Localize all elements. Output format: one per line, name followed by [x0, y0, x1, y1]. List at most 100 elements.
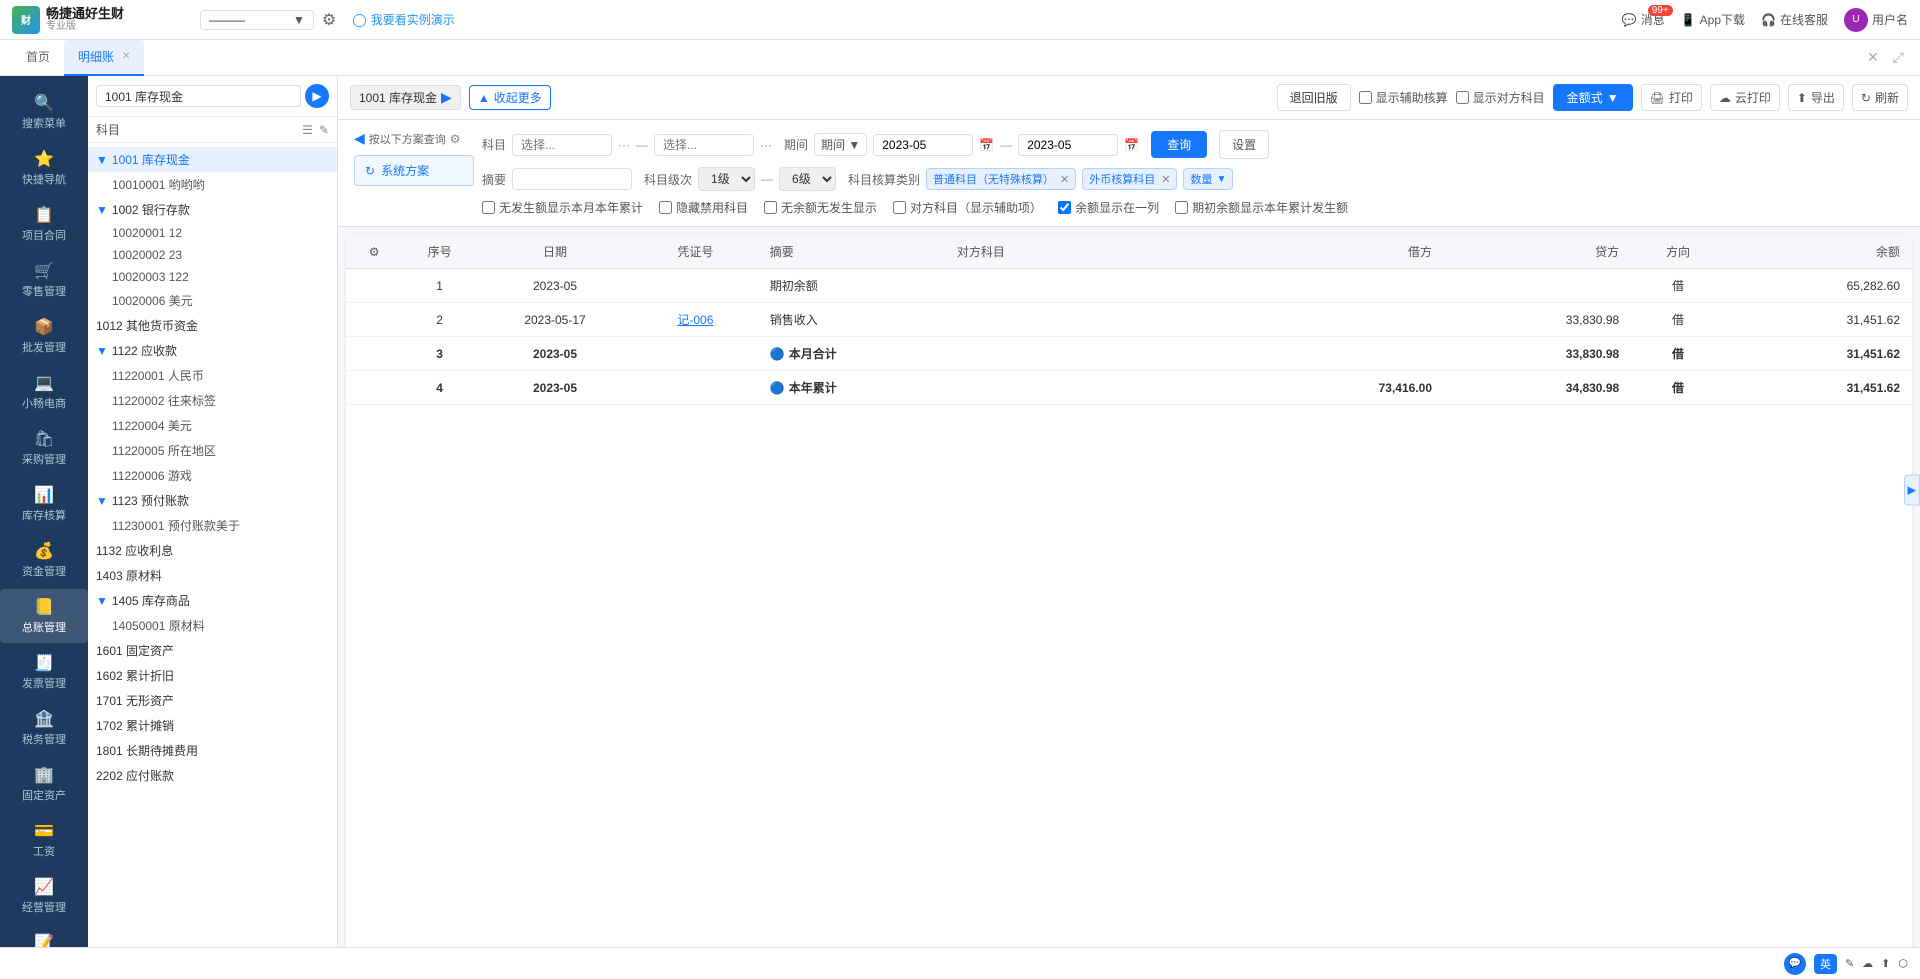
- tree-item-1002[interactable]: ▼1002 银行存款: [88, 197, 337, 222]
- summary-input[interactable]: [512, 168, 632, 190]
- tree-item-1403[interactable]: 1403 原材料: [88, 563, 337, 588]
- cell-voucher[interactable]: 记-006: [633, 303, 758, 337]
- period-type-btn[interactable]: 期间 ▼: [814, 133, 867, 156]
- checkbox-no-balance[interactable]: [764, 201, 777, 214]
- right-collapse-button[interactable]: ▶: [1904, 474, 1920, 505]
- checkbox-auxiliary[interactable]: [1359, 91, 1372, 104]
- tree-item-2202[interactable]: 2202 应付账款: [88, 763, 337, 788]
- user-menu[interactable]: U 用户名: [1844, 8, 1908, 32]
- tree-item-11220002[interactable]: 11220002 往来标签: [88, 388, 337, 413]
- schema-selector[interactable]: ↻ 系统方案: [354, 155, 474, 186]
- sidebar-item-nav[interactable]: ⭐ 快捷导航: [0, 141, 88, 195]
- checkbox-no-amount-label[interactable]: 无发生额显示本月本年累计: [482, 199, 643, 216]
- sidebar-item-tax[interactable]: 🏦 税务管理: [0, 701, 88, 755]
- checkbox-opening-balance-label[interactable]: 期初余额显示本年累计发生额: [1175, 199, 1348, 216]
- tree-item-1122[interactable]: ▼1122 应收款: [88, 338, 337, 363]
- sidebar-item-wholesale[interactable]: 📦 批发管理: [0, 309, 88, 363]
- sidebar-item-inventory[interactable]: 📊 库存核算: [0, 477, 88, 531]
- tree-item-1701[interactable]: 1701 无形资产: [88, 688, 337, 713]
- message-button[interactable]: 💬 消息 99+: [1622, 11, 1665, 28]
- col-settings[interactable]: ⚙: [346, 235, 402, 269]
- tab-home[interactable]: 首页: [12, 40, 64, 76]
- app-download-button[interactable]: 📱 App下载: [1681, 11, 1745, 28]
- tree-item-1132[interactable]: 1132 应收利息: [88, 538, 337, 563]
- maximize-button[interactable]: ⤢: [1889, 49, 1908, 66]
- level-from-select[interactable]: 1级: [698, 167, 755, 191]
- checkbox-balance-one-col-label[interactable]: 余额显示在一列: [1058, 199, 1159, 216]
- calendar-start-icon[interactable]: 📅: [979, 138, 994, 152]
- edit-icon[interactable]: ✎: [319, 123, 329, 137]
- sidebar-item-salary[interactable]: 💳 工资: [0, 813, 88, 867]
- tree-item-14050001[interactable]: 14050001 原材料: [88, 613, 337, 638]
- tag-normal-close-icon[interactable]: ✕: [1060, 173, 1069, 186]
- sidebar-item-search[interactable]: 🔍 搜索菜单: [0, 85, 88, 139]
- export-button[interactable]: ⬆ 导出: [1788, 84, 1844, 111]
- list-icon[interactable]: ☰: [302, 123, 313, 137]
- tree-item-11230001[interactable]: 11230001 预付账款美于: [88, 513, 337, 538]
- checkbox-opposite-subject-label[interactable]: 对方科目（显示辅助项）: [893, 199, 1042, 216]
- back-old-version-button[interactable]: 退回旧版: [1277, 84, 1351, 111]
- tree-item-1602[interactable]: 1602 累计折旧: [88, 663, 337, 688]
- tree-item-11220001[interactable]: 11220001 人民币: [88, 363, 337, 388]
- expand-more-button[interactable]: ▲ 收起更多: [469, 85, 551, 110]
- subject-to-input[interactable]: [654, 134, 754, 156]
- tree-item-1012[interactable]: 1012 其他货币资金: [88, 313, 337, 338]
- checkbox-auxiliary-label[interactable]: 显示辅助核算: [1359, 89, 1448, 106]
- tree-item-10020002[interactable]: 10020002 23: [88, 244, 337, 266]
- tree-item-11220006[interactable]: 11220006 游戏: [88, 463, 337, 488]
- voucher-link[interactable]: 记-006: [677, 313, 713, 327]
- chat-bot-icon[interactable]: 💬: [1784, 953, 1806, 975]
- tree-item-1123[interactable]: ▼1123 预付账款: [88, 488, 337, 513]
- sidebar-item-management[interactable]: 📈 经营管理: [0, 869, 88, 923]
- close-window-button[interactable]: ✕: [1863, 49, 1883, 66]
- tree-item-1601[interactable]: 1601 固定资产: [88, 638, 337, 663]
- period-start-input[interactable]: [873, 134, 973, 156]
- checkbox-opposite-label[interactable]: 显示对方科目: [1456, 89, 1545, 106]
- demo-link[interactable]: ◯ 我要看实例演示: [352, 11, 455, 28]
- tree-item-1702[interactable]: 1702 累计摊销: [88, 713, 337, 738]
- language-button[interactable]: 英: [1814, 954, 1837, 974]
- sidebar-item-assets[interactable]: 🏢 固定资产: [0, 757, 88, 811]
- tree-item-11220005[interactable]: 11220005 所在地区: [88, 438, 337, 463]
- tag-foreign[interactable]: 外币核算科目 ✕: [1082, 168, 1177, 190]
- checkbox-no-amount[interactable]: [482, 201, 495, 214]
- query-button[interactable]: 查询: [1151, 131, 1207, 158]
- settings-button[interactable]: ⚙: [322, 10, 336, 30]
- period-end-input[interactable]: [1018, 134, 1118, 156]
- sidebar-item-funds[interactable]: 💰 资金管理: [0, 533, 88, 587]
- set-button[interactable]: 设置: [1219, 130, 1269, 159]
- upload-icon[interactable]: ⬆: [1881, 957, 1890, 970]
- filter-collapse-icon[interactable]: ◀: [354, 130, 365, 147]
- print-button[interactable]: 🖨 打印: [1641, 84, 1702, 111]
- tab-ledger[interactable]: 明细账 ✕: [64, 40, 144, 76]
- checkbox-opposite[interactable]: [1456, 91, 1469, 104]
- tag-foreign-close-icon[interactable]: ✕: [1161, 173, 1170, 186]
- sidebar-item-purchase[interactable]: 🛍 采购管理: [0, 421, 88, 475]
- tree-item-1405[interactable]: ▼1405 库存商品: [88, 588, 337, 613]
- checkbox-opposite-subject[interactable]: [893, 201, 906, 214]
- tree-item-10010001[interactable]: 10010001 哟哟哟: [88, 172, 337, 197]
- edit-icon[interactable]: ✎: [1845, 957, 1854, 970]
- tree-item-11220004[interactable]: 11220004 美元: [88, 413, 337, 438]
- checkbox-opening-balance[interactable]: [1175, 201, 1188, 214]
- sidebar-item-invoice[interactable]: 🧾 发票管理: [0, 645, 88, 699]
- checkbox-hide-disabled[interactable]: [659, 201, 672, 214]
- refresh-button[interactable]: ↻ 刷新: [1852, 84, 1908, 111]
- sidebar-item-ledger[interactable]: 📒 总账管理: [0, 589, 88, 643]
- sidebar-item-project[interactable]: 📋 项目合同: [0, 197, 88, 251]
- format-button[interactable]: 金额式 ▼: [1553, 84, 1633, 111]
- cloud-print-button[interactable]: ☁ 云打印: [1710, 84, 1780, 111]
- checkbox-hide-disabled-label[interactable]: 隐藏禁用科目: [659, 199, 748, 216]
- cloud-icon[interactable]: ☁: [1862, 957, 1873, 970]
- account-nav-button[interactable]: ▶: [305, 84, 329, 108]
- account-search-input[interactable]: [96, 85, 301, 107]
- online-service-button[interactable]: 🎧 在线客服: [1761, 11, 1828, 28]
- level-to-select[interactable]: 6级: [779, 167, 836, 191]
- calendar-end-icon[interactable]: 📅: [1124, 138, 1139, 152]
- tag-normal[interactable]: 普通科目（无特殊核算） ✕: [926, 168, 1076, 190]
- settings-filter-icon[interactable]: ⚙: [450, 132, 461, 146]
- subject-from-input[interactable]: [512, 134, 612, 156]
- sidebar-item-retail[interactable]: 🛒 零售管理: [0, 253, 88, 307]
- tag-quantity[interactable]: 数量 ▼: [1183, 168, 1233, 190]
- company-selector[interactable]: ——— ▼: [200, 10, 314, 30]
